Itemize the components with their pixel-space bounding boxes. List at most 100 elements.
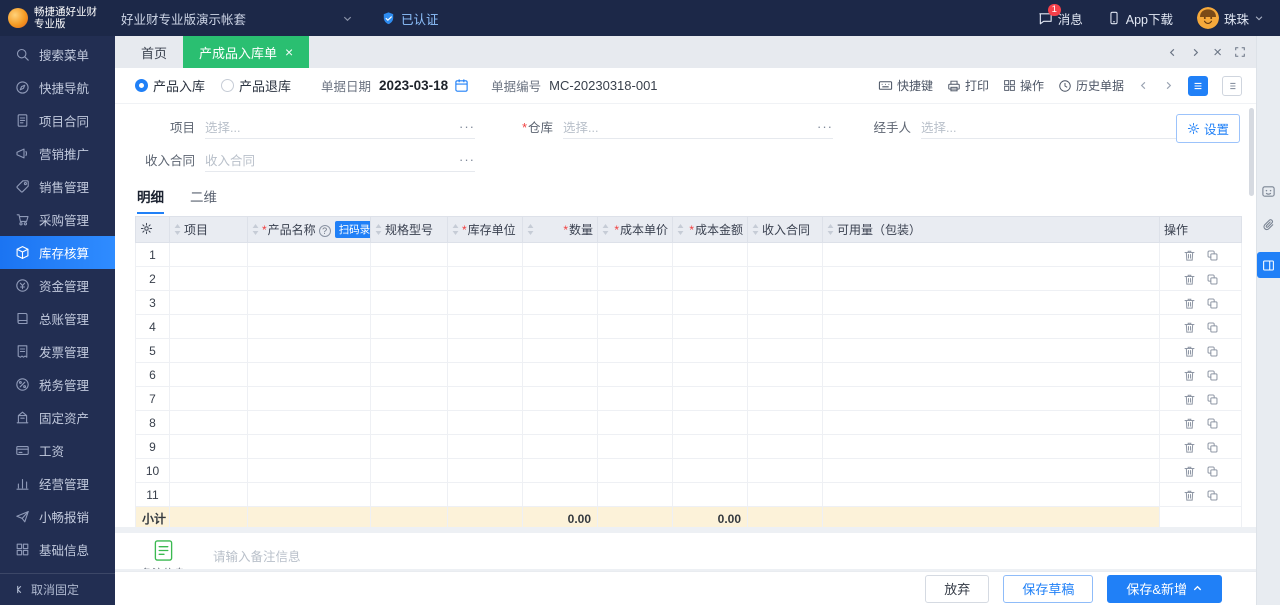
grid-cell[interactable]: [597, 482, 673, 507]
delete-row-icon[interactable]: [1183, 369, 1196, 382]
grid-cell[interactable]: [169, 458, 248, 483]
delete-row-icon[interactable]: [1183, 489, 1196, 502]
unpin-sidebar-button[interactable]: 取消固定: [0, 573, 115, 605]
tab-detail[interactable]: 明细: [137, 186, 164, 214]
grid-cell[interactable]: [169, 266, 248, 291]
grid-cell[interactable]: [169, 362, 248, 387]
grid-settings-icon[interactable]: [135, 216, 170, 243]
column-header-2[interactable]: 规格型号: [370, 216, 448, 243]
column-header-8[interactable]: 可用量（包装）: [822, 216, 1160, 243]
sidebar-item-3[interactable]: 营销推广: [0, 137, 115, 170]
grid-cell[interactable]: [247, 410, 371, 435]
grid-cell[interactable]: [747, 338, 823, 363]
grid-cell[interactable]: [672, 434, 748, 459]
grid-cell[interactable]: [169, 338, 248, 363]
column-header-1[interactable]: *产品名称?扫码录入: [247, 216, 371, 243]
grid-cell[interactable]: [370, 410, 448, 435]
grid-cell[interactable]: [247, 362, 371, 387]
grid-cell[interactable]: [747, 386, 823, 411]
grid-cell[interactable]: [672, 458, 748, 483]
grid-view-toggle-icon[interactable]: [1188, 75, 1208, 96]
grid-cell[interactable]: [169, 314, 248, 339]
tab-scroll-left-icon[interactable]: [1167, 47, 1178, 58]
grid-cell[interactable]: [822, 362, 1160, 387]
income-contract-input[interactable]: 收入合同 ···: [205, 147, 475, 172]
abandon-button[interactable]: 放弃: [925, 574, 990, 603]
sidebar-item-5[interactable]: 采购管理: [0, 203, 115, 236]
grid-cell[interactable]: [522, 410, 598, 435]
grid-cell[interactable]: [522, 458, 598, 483]
grid-cell[interactable]: [822, 314, 1160, 339]
column-header-3[interactable]: *库存单位: [447, 216, 523, 243]
vertical-scrollbar[interactable]: [1249, 108, 1254, 196]
user-menu[interactable]: 珠珠: [1196, 7, 1264, 29]
grid-cell[interactable]: [747, 458, 823, 483]
delete-row-icon[interactable]: [1183, 441, 1196, 454]
prev-document-icon[interactable]: [1138, 80, 1149, 91]
grid-cell[interactable]: [672, 314, 748, 339]
grid-cell[interactable]: [447, 458, 523, 483]
grid-cell[interactable]: [522, 242, 598, 267]
copy-row-icon[interactable]: [1206, 489, 1219, 502]
grid-cell[interactable]: [447, 410, 523, 435]
grid-cell[interactable]: [169, 290, 248, 315]
grid-cell[interactable]: [169, 482, 248, 507]
handler-input[interactable]: 选择... ···: [921, 114, 1191, 139]
sort-icon[interactable]: [602, 224, 609, 235]
grid-cell[interactable]: [370, 386, 448, 411]
grid-cell[interactable]: [247, 266, 371, 291]
sidebar-item-11[interactable]: 固定资产: [0, 401, 115, 434]
grid-cell[interactable]: [447, 242, 523, 267]
grid-cell[interactable]: [672, 362, 748, 387]
copy-row-icon[interactable]: [1206, 345, 1219, 358]
grid-cell[interactable]: [822, 290, 1160, 315]
grid-cell[interactable]: [822, 338, 1160, 363]
delete-row-icon[interactable]: [1183, 465, 1196, 478]
grid-cell[interactable]: [672, 338, 748, 363]
grid-cell[interactable]: [522, 362, 598, 387]
calendar-icon[interactable]: [454, 78, 469, 93]
grid-cell[interactable]: [169, 410, 248, 435]
account-set-select[interactable]: 好业财专业版演示帐套: [121, 9, 353, 28]
grid-cell[interactable]: [747, 266, 823, 291]
sidebar-item-2[interactable]: 项目合同: [0, 104, 115, 137]
tab-product-inbound[interactable]: 产成品入库单 ×: [183, 36, 310, 68]
grid-cell[interactable]: [370, 338, 448, 363]
sort-icon[interactable]: [827, 224, 834, 235]
delete-row-icon[interactable]: [1183, 321, 1196, 334]
sidebar-item-4[interactable]: 销售管理: [0, 170, 115, 203]
delete-row-icon[interactable]: [1183, 297, 1196, 310]
grid-cell[interactable]: [447, 338, 523, 363]
grid-cell[interactable]: [597, 266, 673, 291]
grid-cell[interactable]: [672, 482, 748, 507]
document-date-field[interactable]: 单据日期 2023-03-18: [321, 76, 469, 95]
delete-row-icon[interactable]: [1183, 417, 1196, 430]
grid-cell[interactable]: [672, 290, 748, 315]
copy-row-icon[interactable]: [1206, 321, 1219, 334]
radio-product-inbound[interactable]: 产品入库: [135, 76, 205, 95]
tab-2d[interactable]: 二维: [190, 186, 217, 214]
grid-cell[interactable]: [447, 386, 523, 411]
grid-cell[interactable]: [597, 338, 673, 363]
income-contract-picker-icon[interactable]: ···: [459, 152, 475, 167]
grid-cell[interactable]: [247, 386, 371, 411]
sidebar-item-6[interactable]: 库存核算: [0, 236, 115, 269]
save-and-new-button[interactable]: 保存&新增: [1107, 574, 1222, 603]
grid-cell[interactable]: [247, 242, 371, 267]
sidebar-item-1[interactable]: 快捷导航: [0, 71, 115, 104]
grid-cell[interactable]: [747, 410, 823, 435]
fullscreen-icon[interactable]: [1234, 46, 1246, 58]
grid-cell[interactable]: [597, 410, 673, 435]
copy-row-icon[interactable]: [1206, 441, 1219, 454]
grid-cell[interactable]: [597, 458, 673, 483]
grid-cell[interactable]: [370, 362, 448, 387]
history-documents-button[interactable]: 历史单据: [1058, 77, 1124, 94]
grid-cell[interactable]: [747, 242, 823, 267]
project-picker-icon[interactable]: ···: [459, 119, 475, 134]
grid-cell[interactable]: [447, 266, 523, 291]
grid-cell[interactable]: [822, 386, 1160, 411]
save-draft-button[interactable]: 保存草稿: [1003, 574, 1094, 603]
grid-cell[interactable]: [370, 458, 448, 483]
grid-cell[interactable]: [169, 434, 248, 459]
scan-entry-badge[interactable]: 扫码录入: [334, 221, 370, 238]
